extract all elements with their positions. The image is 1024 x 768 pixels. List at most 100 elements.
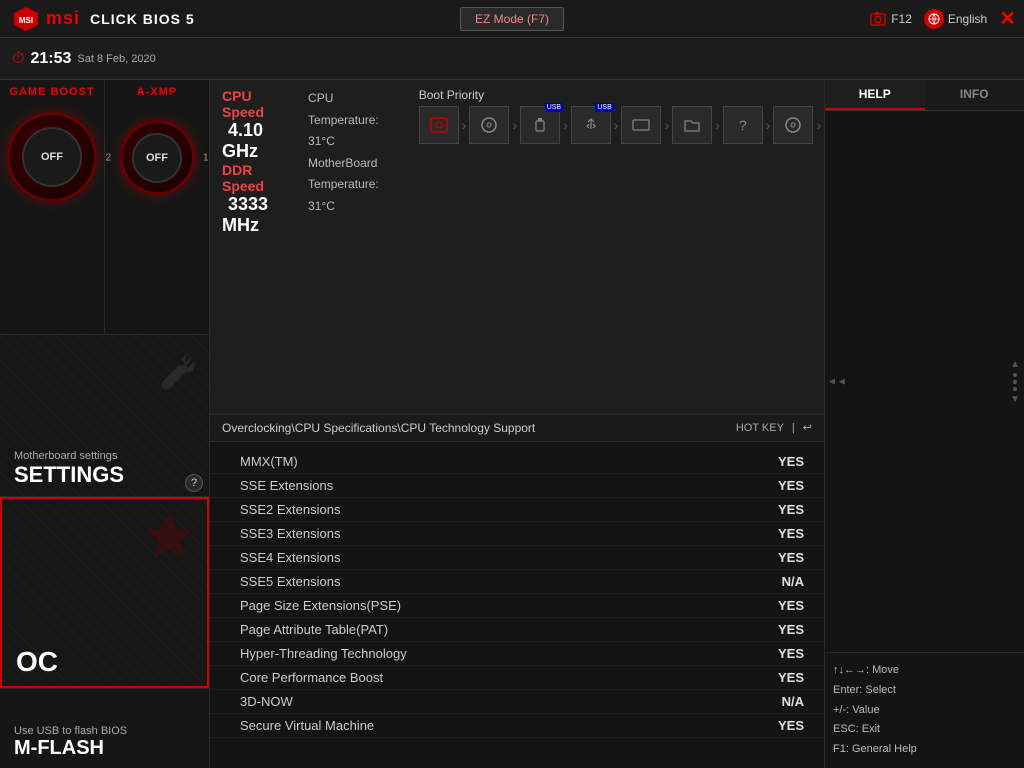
boot-device-question[interactable]: ? [723,106,763,144]
scroll-dot-3 [1013,387,1017,391]
wrench-icon [149,345,199,395]
table-row-sse5: SSE5 Extensions N/A [210,570,824,594]
boot-arrow-4: › [614,117,619,133]
boot-arrow-1: › [462,117,467,133]
boot-arrow-7: › [766,117,771,133]
table-row-pat: Page Attribute Table(PAT) YES [210,618,824,642]
game-boost-off-label: OFF [41,151,63,163]
feature-sse3: SSE3 Extensions [240,526,340,541]
table-row-pse: Page Size Extensions(PSE) YES [210,594,824,618]
oc-icon [142,509,197,564]
value-3dnow: N/A [764,694,804,709]
back-arrow-icon[interactable]: ↩ [803,421,812,434]
oc-section[interactable]: OC [0,497,209,688]
feature-pse: Page Size Extensions(PSE) [240,598,401,613]
feature-sse2: SSE2 Extensions [240,502,340,517]
ddr-speed-row: DDR Speed 3333 MHz [222,162,268,236]
hotkey-label[interactable]: HOT KEY [736,422,784,434]
nav-esc-hint: ESC: Exit [833,720,1016,740]
value-pat: YES [764,622,804,637]
table-row-mmx: MMX(TM) YES [210,450,824,474]
mflash-subtitle: Use USB to flash BIOS [14,725,195,737]
breadcrumb-text: Overclocking\CPU Specifications\CPU Tech… [222,421,535,435]
game-boost-label: GAME BOOST [9,86,94,98]
scroll-indicator: ▲ ▼ [1010,359,1020,405]
settings-subtitle: Motherboard settings [14,450,195,462]
language-button[interactable]: English [924,9,987,29]
boot-device-hdd[interactable] [419,106,459,144]
close-button[interactable]: ✕ [999,6,1016,31]
value-svm: YES [764,718,804,733]
table-row-cpb: Core Performance Boost YES [210,666,824,690]
info-strip: CPU Speed 4.10 GHz DDR Speed 3333 MHz CP… [210,80,824,415]
svg-text:MSI: MSI [19,16,33,25]
info-tab[interactable]: INFO [925,80,1024,110]
table-row-3dnow: 3D-NOW N/A [210,690,824,714]
oc-content: OC [2,499,207,686]
ez-mode-button[interactable]: EZ Mode (F7) [460,7,564,31]
boot-arrow-6: › [715,117,720,133]
help-tab[interactable]: HELP [825,80,925,110]
language-icon [924,9,944,29]
value-sse5: N/A [764,574,804,589]
boot-device-folder[interactable] [672,106,712,144]
mb-temp: MotherBoard Temperature: 31°C [308,153,379,218]
scroll-dot-2 [1013,380,1017,384]
speed-section: CPU Speed 4.10 GHz DDR Speed 3333 MHz [222,88,268,236]
logo-area: MSI msi CLICK BIOS 5 [0,5,207,33]
usb-icon-1 [532,117,548,133]
boot-device-net[interactable] [621,106,661,144]
usb-badge-2: USB [595,103,613,112]
screenshot-button[interactable]: F12 [869,10,912,28]
cpu-speed-label: CPU Speed [222,88,264,120]
boot-priority-section: Boot Priority › [419,88,824,144]
table-row-htt: Hyper-Threading Technology YES [210,642,824,666]
table-row-sse4: SSE4 Extensions YES [210,546,824,570]
settings-help-badge[interactable]: ? [185,474,203,492]
axmp-knob-number-2: 2 [106,152,112,163]
nav-value-hint: +/-: Value [833,701,1016,721]
settings-section[interactable]: Motherboard settings SETTINGS ? [0,335,209,497]
center-panel: CPU Speed 4.10 GHz DDR Speed 3333 MHz CP… [210,80,824,768]
axmp-panel: A-XMP 2 OFF 1 [105,80,209,334]
value-sse2: YES [764,502,804,517]
mflash-section[interactable]: Use USB to flash BIOS M-FLASH [0,688,209,768]
boot-device-usb2[interactable]: USB [571,106,611,144]
breadcrumb-divider: | [792,422,795,434]
table-row-svm: Secure Virtual Machine YES [210,714,824,738]
axmp-label: A-XMP [137,86,177,98]
boot-icons-row: › › USB [419,106,824,144]
value-mmx: YES [764,454,804,469]
axmp-knob[interactable]: OFF [120,120,195,195]
msi-logo-icon: MSI [12,5,40,33]
help-info-tabs: HELP INFO [825,80,1024,111]
boot-priority-label: Boot Priority [419,88,824,102]
game-boost-panel: GAME BOOST OFF [0,80,105,334]
help-content: ▲ ▼ ◄◄ [825,111,1024,652]
msi-text: msi [46,8,80,28]
clock-area: ⏱ 21:53 Sat 8 Feb, 2020 [12,50,156,68]
value-sse3: YES [764,526,804,541]
boot-device-dvd[interactable] [469,106,509,144]
game-boost-knob[interactable]: OFF [7,112,97,202]
feature-pat: Page Attribute Table(PAT) [240,622,388,637]
boot-device-usb1[interactable]: USB [520,106,560,144]
boot-arrow-3: › [563,117,568,133]
main-area: GAME BOOST OFF A-XMP 2 OFF 1 [0,80,1024,768]
scroll-up-icon: ▲ [1010,359,1020,370]
nav-move-hint: ↑↓←→: Move [833,661,1016,681]
feature-htt: Hyper-Threading Technology [240,646,407,661]
game-boost-knob-inner: OFF [22,127,82,187]
feature-cpb: Core Performance Boost [240,670,383,685]
boot-arrow-5: › [664,117,669,133]
dvd-icon [479,116,499,134]
ddr-speed-label: DDR Speed [222,162,264,194]
scroll-left-indicator: ◄◄ [827,376,847,387]
product-name: CLICK BIOS 5 [90,11,195,27]
date-display: Sat 8 Feb, 2020 [77,53,155,65]
oc-title: OC [16,646,193,678]
language-label: English [948,12,987,26]
net-icon [631,117,651,133]
boot-device-dvd2[interactable] [773,106,813,144]
breadcrumb-bar: Overclocking\CPU Specifications\CPU Tech… [210,415,824,442]
